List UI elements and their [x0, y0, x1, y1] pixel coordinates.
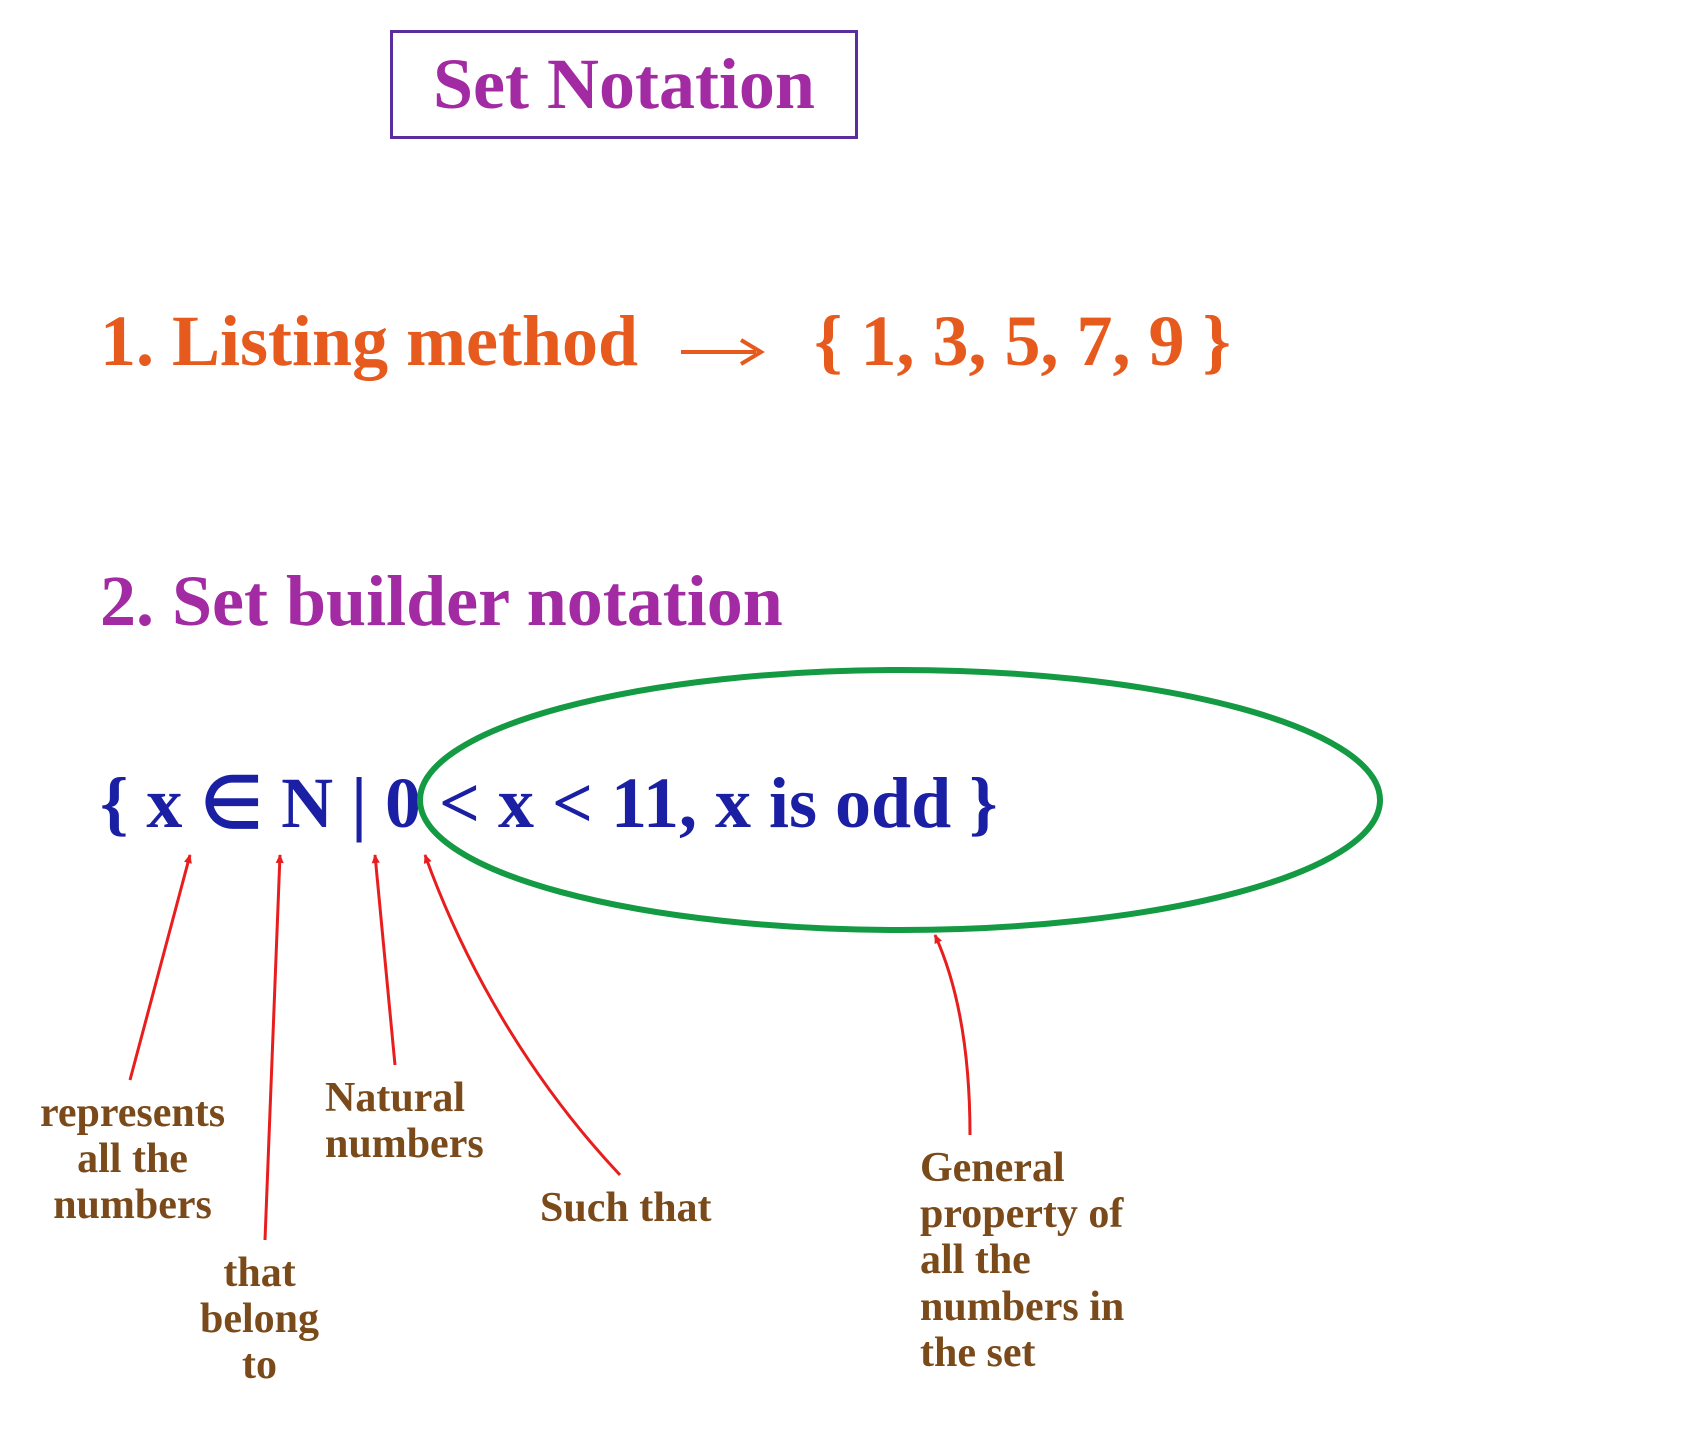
builder-expression: { x ∈ N | 0 < x < 11, x is odd } — [100, 760, 998, 845]
variable-x: x — [146, 763, 182, 843]
element-of-symbol: ∈ — [200, 763, 263, 843]
annotation-general: Generalproperty ofall thenumbers inthe s… — [920, 1145, 1124, 1376]
builder-title: 2. Set builder notation — [100, 560, 783, 643]
annotation-belong: thatbelongto — [200, 1250, 319, 1389]
annotation-natural: Naturalnumbers — [325, 1075, 484, 1167]
such-that-bar: | — [351, 763, 367, 843]
brace-close: } — [969, 763, 997, 843]
page-title: Set Notation — [433, 44, 815, 124]
listing-set: { 1, 3, 5, 7, 9 } — [814, 301, 1231, 381]
arrow-icon — [676, 307, 776, 390]
brace-open: { — [100, 763, 128, 843]
diagram-overlay — [0, 0, 1702, 1456]
listing-label: 1. Listing method — [100, 301, 638, 381]
condition-text: 0 < x < 11, x is odd — [385, 763, 951, 843]
annotation-represents: representsall thenumbers — [40, 1090, 225, 1229]
listing-method-line: 1. Listing method { 1, 3, 5, 7, 9 } — [100, 300, 1231, 390]
arrow-natural — [375, 855, 395, 1065]
arrow-belong — [265, 855, 280, 1240]
arrow-represents — [130, 855, 190, 1080]
natural-N: N — [281, 763, 333, 843]
arrow-general — [935, 935, 970, 1135]
page-title-box: Set Notation — [390, 30, 858, 139]
annotation-suchthat: Such that — [540, 1185, 712, 1231]
